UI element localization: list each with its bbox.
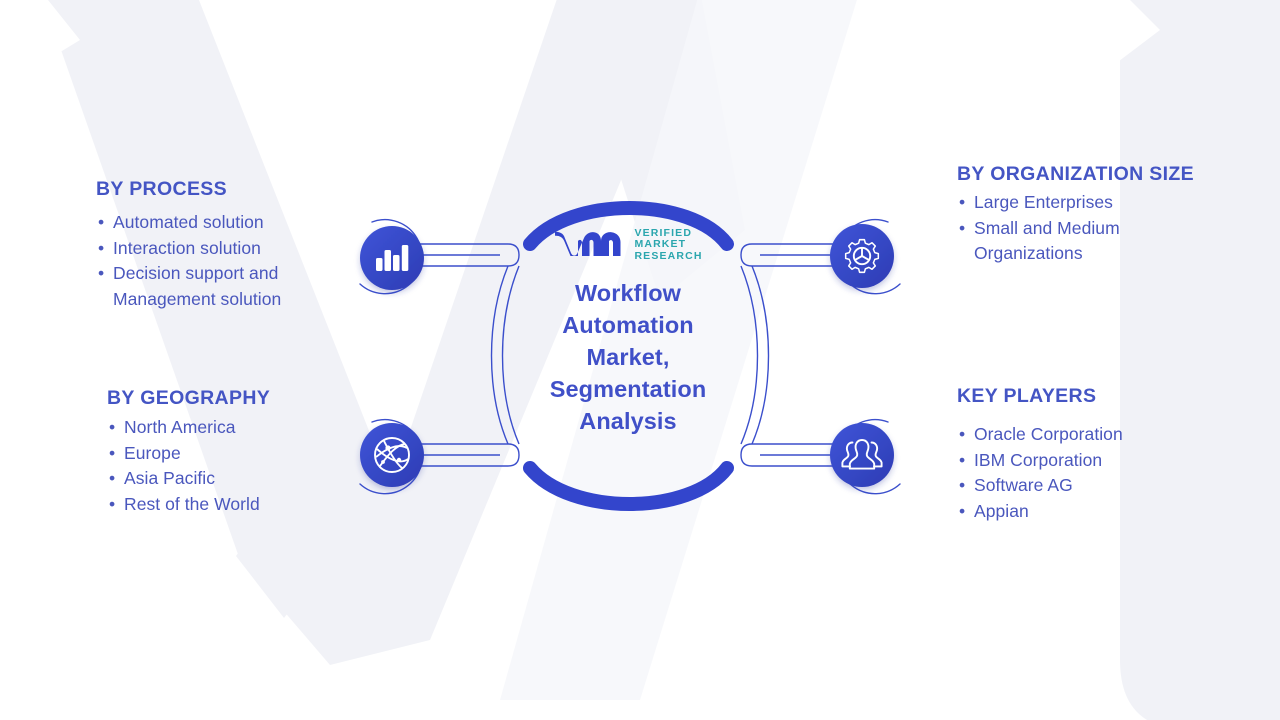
bullet-glyph: • — [98, 212, 105, 232]
title-line-5: Analysis — [579, 407, 677, 434]
bullet-glyph: • — [98, 237, 105, 258]
panel-title-organization-size: BY ORGANIZATION SIZE — [957, 163, 1195, 185]
arc-bottom — [523, 461, 734, 511]
bullet-glyph: • — [959, 475, 966, 496]
list-item-label: Small and Medium Organizations — [974, 217, 1120, 264]
list-item: • Software AG — [957, 473, 1219, 499]
list-item-label: IBM Corporation — [974, 449, 1103, 470]
list-item-label: Asia Pacific — [124, 468, 216, 489]
ring-right-top — [837, 219, 901, 295]
panel-list-key-players: • Oracle Corporation • IBM Corporation • So… — [957, 422, 1219, 525]
segment-panel-key-players: KEY PLAYERS • Oracle Corporation • IBM Cor… — [957, 385, 1219, 525]
bullet-glyph: • — [98, 263, 105, 284]
segment-panel-geography: BY GEOGRAPHY • North America • Europe • Asi… — [107, 387, 369, 518]
list-item: • Large Enterprises — [957, 190, 1209, 216]
list-item-label: Oracle Corporation — [974, 424, 1123, 444]
title-line-2: Automation — [562, 311, 694, 338]
vmr-logo-wordmark: VERIFIED MARKET RESEARCH — [634, 227, 703, 262]
list-item: • Appian — [957, 499, 1219, 525]
vmr-logo: VERIFIED MARKET RESEARCH — [503, 227, 753, 262]
ring-left-top — [359, 219, 423, 295]
icon-circle-players — [830, 423, 894, 487]
list-item: • North America — [107, 415, 369, 441]
people-group-icon — [841, 439, 883, 470]
bullet-glyph: • — [959, 501, 966, 522]
list-item-label: North America — [124, 417, 236, 437]
list-item-label: Software AG — [974, 475, 1073, 496]
logo-word-market: MARKET — [634, 238, 687, 251]
gear-icon — [844, 238, 880, 274]
list-item: • Decision support and Management solutio… — [96, 261, 364, 312]
bullet-glyph: • — [959, 424, 966, 444]
connector-right-top — [740, 243, 846, 267]
vmr-logo-mark — [555, 232, 621, 257]
ring-left-bottom — [359, 419, 423, 495]
panel-list-process: • Automated solution • Interaction solutio… — [96, 210, 364, 313]
bar-chart-icon — [376, 245, 409, 271]
panel-list-geography: • North America • Europe • Asia Pacific • Re… — [107, 415, 369, 518]
bullet-glyph: • — [109, 417, 116, 437]
bullet-glyph: • — [109, 468, 116, 489]
page-title: Workflow Automation Market, Segmentation… — [503, 278, 753, 438]
segment-panel-organization-size: BY ORGANIZATION SIZE • Large Enterprises … — [957, 163, 1209, 267]
list-item: • Rest of the World — [107, 492, 369, 518]
list-item: • Small and Medium Organizations — [957, 216, 1209, 267]
icon-circle-geography — [360, 423, 424, 487]
infographic-canvas: VERIFIED MARKET RESEARCH Workflow Automa… — [0, 0, 1280, 720]
list-item-label: Interaction solution — [113, 237, 261, 258]
icon-circle-orgsize — [830, 224, 894, 288]
list-item-label: Rest of the World — [124, 494, 260, 515]
bullet-glyph: • — [109, 494, 116, 515]
list-item: • Asia Pacific — [107, 466, 369, 492]
logo-word-research: RESEARCH — [634, 249, 703, 262]
title-line-3: Market, — [586, 343, 670, 370]
ring-right-bottom — [837, 419, 901, 495]
list-item: • Europe — [107, 441, 369, 467]
list-item: • Oracle Corporation — [957, 422, 1219, 448]
panel-title-geography: BY GEOGRAPHY — [107, 387, 271, 409]
title-line-4: Segmentation — [549, 375, 707, 402]
bullet-glyph: • — [959, 192, 966, 212]
bullet-glyph: • — [959, 217, 966, 238]
list-item-label: Decision support and Management solution — [113, 263, 282, 310]
list-item-label: Large Enterprises — [974, 192, 1113, 212]
bullet-glyph: • — [109, 442, 116, 463]
connector-left-bottom — [414, 443, 520, 467]
panel-title-process: BY PROCESS — [96, 178, 228, 200]
icon-circle-process — [360, 226, 424, 290]
panel-title-key-players: KEY PLAYERS — [957, 385, 1097, 407]
center-hub-content: VERIFIED MARKET RESEARCH Workflow Automa… — [503, 227, 753, 438]
list-item: • Automated solution — [96, 210, 364, 236]
list-item-label: Appian — [974, 501, 1029, 522]
connector-right-bottom — [740, 443, 846, 467]
list-item-label: Europe — [124, 442, 181, 463]
globe-network-icon — [374, 437, 410, 473]
title-line-1: Workflow — [574, 279, 682, 306]
list-item-label: Automated solution — [113, 212, 264, 232]
bullet-glyph: • — [959, 449, 966, 470]
panel-list-organization-size: • Large Enterprises • Small and Medium Org… — [957, 190, 1209, 267]
list-item: • Interaction solution — [96, 236, 364, 262]
segment-panel-process: BY PROCESS • Automated solution • Interact… — [96, 178, 364, 313]
list-item: • IBM Corporation — [957, 448, 1219, 474]
